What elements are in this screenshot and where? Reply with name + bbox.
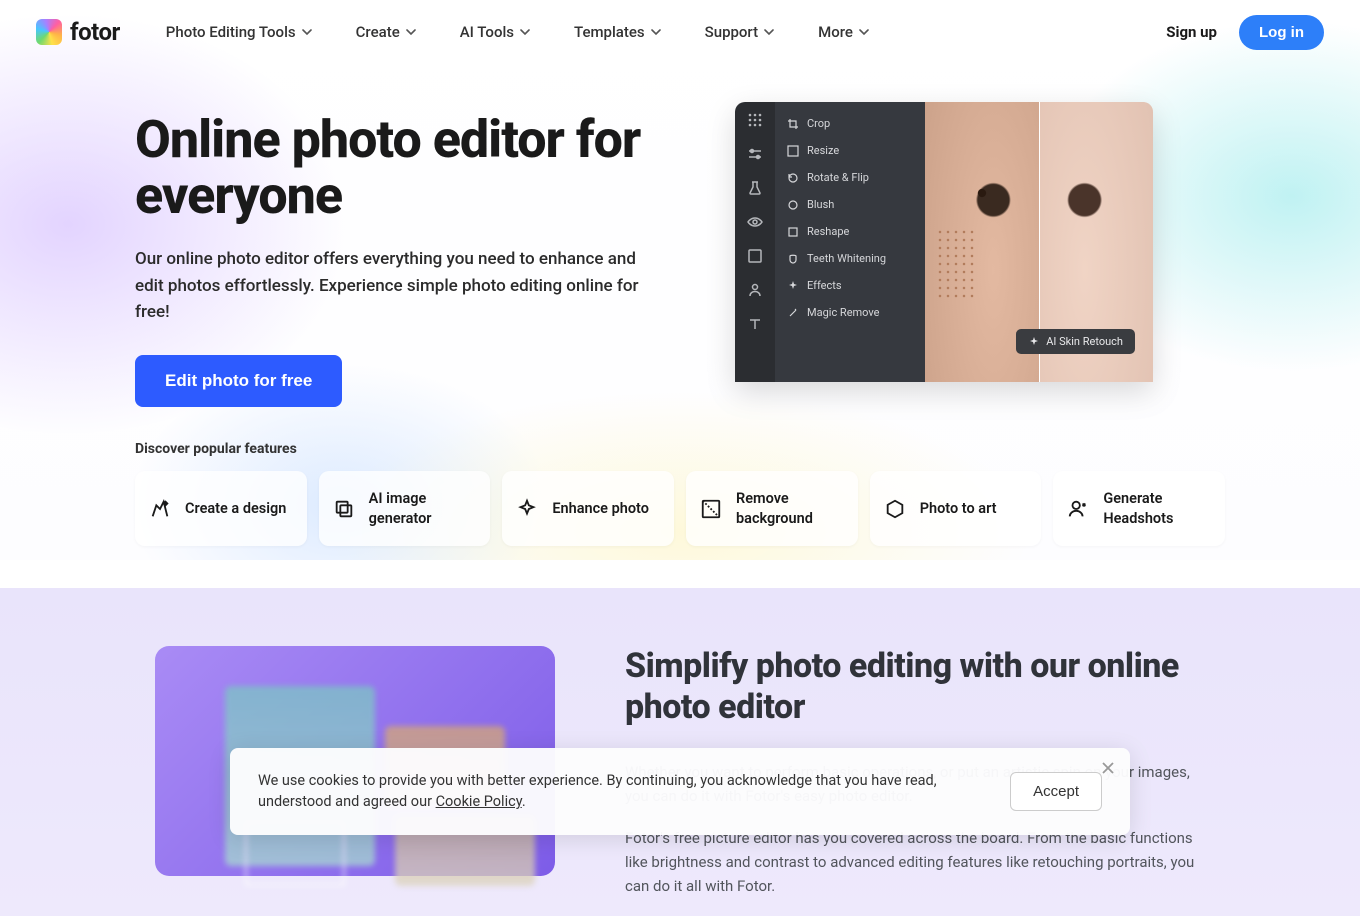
tool-label: Crop (807, 117, 830, 130)
background-remove-icon (700, 498, 722, 520)
feature-label: Photo to art (920, 499, 997, 519)
feature-label: Remove background (736, 489, 844, 528)
tool-label: Blush (807, 198, 834, 211)
wand-icon (787, 307, 799, 319)
tool-label: Magic Remove (807, 306, 879, 319)
nav-item-label: Templates (574, 23, 645, 41)
feature-photo-to-art[interactable]: Photo to art (870, 471, 1042, 546)
person-icon (747, 282, 763, 298)
ai-skin-retouch-tag: AI Skin Retouch (1016, 329, 1135, 354)
tool-rotate-flip: Rotate & Flip (775, 164, 925, 191)
logo-text: fotor (70, 18, 120, 46)
frame-icon (747, 248, 763, 264)
logo[interactable]: fotor (36, 18, 120, 46)
tool-effects: Effects (775, 272, 925, 299)
chevron-down-icon (406, 27, 416, 37)
reshape-icon (787, 226, 799, 238)
sparkle-icon (787, 280, 799, 292)
feature-label: Generate Headshots (1103, 489, 1211, 528)
tool-crop: Crop (775, 110, 925, 137)
hero-editor-preview: Crop Resize Rotate & Flip Blush Reshape … (735, 102, 1153, 382)
grid-icon (747, 112, 763, 128)
tool-teeth-whitening: Teeth Whitening (775, 245, 925, 272)
tool-resize: Resize (775, 137, 925, 164)
section2-heading: Simplify photo editing with our online p… (625, 646, 1205, 728)
tool-label: Rotate & Flip (807, 171, 869, 184)
nav-photo-editing-tools[interactable]: Photo Editing Tools (166, 23, 312, 41)
top-nav: fotor Photo Editing Tools Create AI Tool… (0, 0, 1360, 64)
feature-label: Enhance photo (552, 499, 649, 519)
feature-label: AI image generator (369, 489, 477, 528)
section2-paragraph-2: Fotor's free picture editor has you cove… (625, 826, 1205, 898)
features-row: Create a design AI image generator Enhan… (135, 471, 1225, 546)
text-icon (747, 316, 763, 332)
hero-subtitle: Our online photo editor offers everythin… (135, 246, 655, 325)
nav-create[interactable]: Create (356, 23, 416, 41)
cookie-accept-button[interactable]: Accept (1010, 772, 1102, 811)
editor-tool-panel: Crop Resize Rotate & Flip Blush Reshape … (775, 102, 925, 382)
features-heading: Discover popular features (135, 441, 1225, 457)
nav-item-label: More (818, 23, 853, 41)
chevron-down-icon (520, 27, 530, 37)
nav-menu: Photo Editing Tools Create AI Tools Temp… (166, 23, 1138, 41)
tool-label: Resize (807, 144, 839, 157)
tool-blush: Blush (775, 191, 925, 218)
eye-icon (747, 214, 763, 230)
nav-ai-tools[interactable]: AI Tools (460, 23, 530, 41)
feature-label: Create a design (185, 499, 286, 519)
cookie-policy-link[interactable]: Cookie Policy (436, 793, 522, 810)
rotate-icon (787, 172, 799, 184)
hexagon-icon (884, 498, 906, 520)
cookie-banner: We use cookies to provide you with bette… (230, 748, 1130, 836)
edit-photo-cta-button[interactable]: Edit photo for free (135, 355, 342, 407)
nav-more[interactable]: More (818, 23, 869, 41)
tool-reshape: Reshape (775, 218, 925, 245)
editor-image-preview: AI Skin Retouch (925, 102, 1153, 382)
sparkle-icon (516, 498, 538, 520)
crop-icon (787, 118, 799, 130)
close-icon[interactable] (1100, 760, 1116, 776)
cookie-text-part: We use cookies to provide you with bette… (258, 772, 937, 811)
nav-support[interactable]: Support (705, 23, 774, 41)
tool-label: Reshape (807, 225, 849, 238)
nav-item-label: Photo Editing Tools (166, 23, 296, 41)
blush-icon (787, 199, 799, 211)
headshot-icon (1067, 498, 1089, 520)
feature-generate-headshots[interactable]: Generate Headshots (1053, 471, 1225, 546)
signup-link[interactable]: Sign up (1166, 23, 1217, 41)
tool-magic-remove: Magic Remove (775, 299, 925, 326)
flask-icon (747, 180, 763, 196)
nav-item-label: Support (705, 23, 758, 41)
feature-remove-background[interactable]: Remove background (686, 471, 858, 546)
chevron-down-icon (764, 27, 774, 37)
cookie-text: We use cookies to provide you with bette… (258, 770, 986, 814)
hero-title: Online photo editor for everyone (135, 112, 695, 224)
chevron-down-icon (859, 27, 869, 37)
chevron-down-icon (302, 27, 312, 37)
sliders-icon (747, 146, 763, 162)
hero: Online photo editor for everyone Our onl… (135, 64, 1225, 407)
editor-sidebar (735, 102, 775, 382)
nav-item-label: Create (356, 23, 400, 41)
layers-icon (333, 498, 355, 520)
login-button[interactable]: Log in (1239, 15, 1324, 50)
teeth-icon (787, 253, 799, 265)
feature-enhance-photo[interactable]: Enhance photo (502, 471, 674, 546)
design-icon (149, 498, 171, 520)
tool-label: Teeth Whitening (807, 252, 886, 265)
feature-create-design[interactable]: Create a design (135, 471, 307, 546)
feature-ai-image-generator[interactable]: AI image generator (319, 471, 491, 546)
nav-templates[interactable]: Templates (574, 23, 661, 41)
chevron-down-icon (651, 27, 661, 37)
ai-tag-label: AI Skin Retouch (1046, 335, 1123, 348)
resize-icon (787, 145, 799, 157)
logo-icon (36, 19, 62, 45)
nav-auth: Sign up Log in (1166, 15, 1324, 50)
tool-label: Effects (807, 279, 842, 292)
sparkle-icon (1028, 336, 1040, 348)
nav-item-label: AI Tools (460, 23, 514, 41)
